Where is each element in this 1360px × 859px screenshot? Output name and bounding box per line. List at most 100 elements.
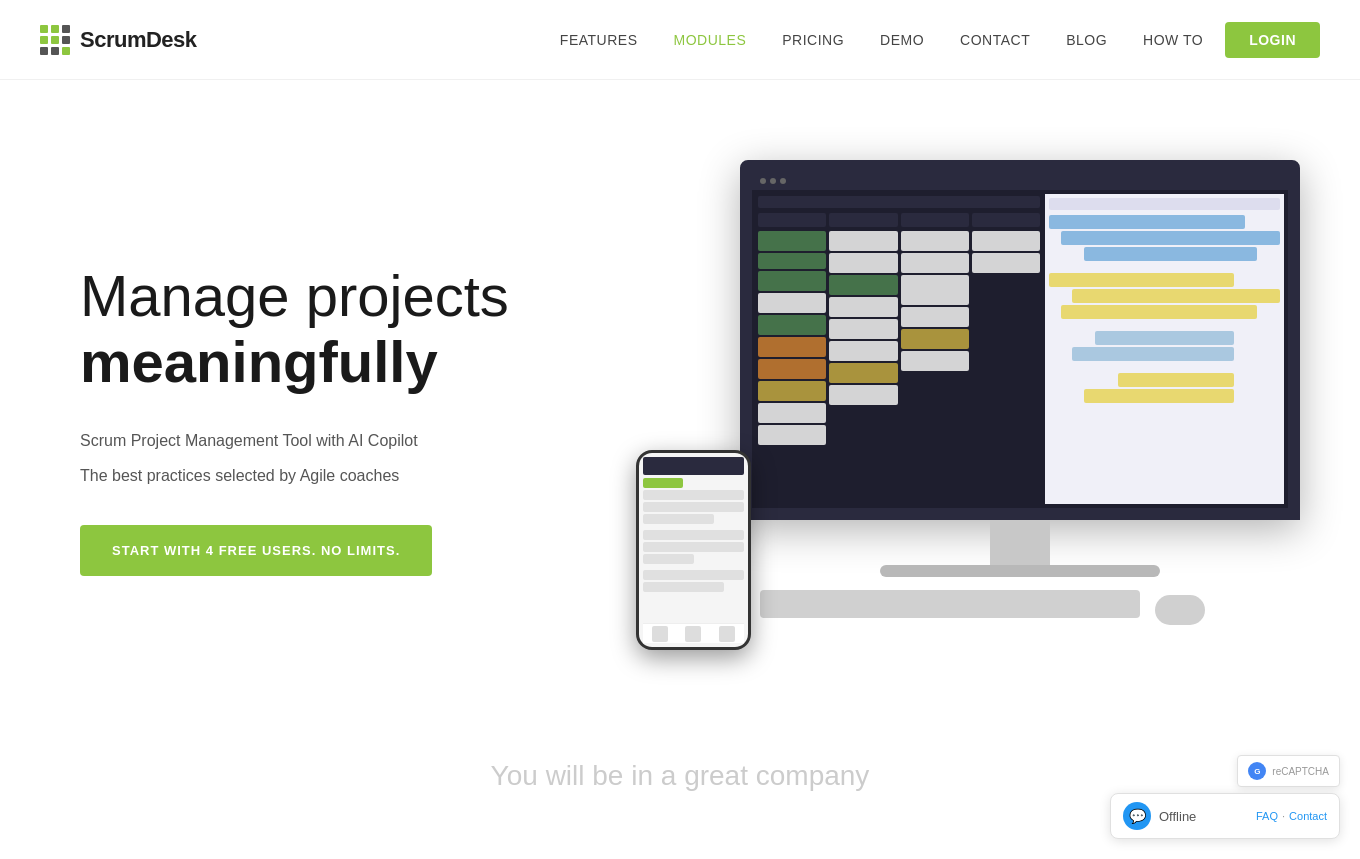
phone-bottom-nav <box>643 623 744 643</box>
card-14 <box>829 297 897 317</box>
chat-links: FAQ · Contact <box>1256 810 1327 822</box>
logo-text: ScrumDesk <box>80 27 197 53</box>
logo-dot-5 <box>51 36 59 44</box>
logo-dot-6 <box>62 36 70 44</box>
screen-content <box>752 172 1288 508</box>
nav-modules[interactable]: MODULES <box>660 24 761 56</box>
card-24 <box>901 351 969 371</box>
gantt-bar-4 <box>1049 273 1234 287</box>
card-19 <box>901 231 969 251</box>
card-17 <box>829 363 897 383</box>
nav-howto[interactable]: HOW TO <box>1129 24 1217 56</box>
phone-nav-icon-1 <box>652 626 668 642</box>
screen-columns <box>752 190 1288 508</box>
phone-row-7 <box>643 570 744 580</box>
chat-status: Offline <box>1159 809 1248 824</box>
recaptcha-icon: G <box>1248 762 1266 780</box>
col-header-3 <box>901 213 969 227</box>
monitor-neck <box>990 520 1050 570</box>
gantt-panel <box>1045 194 1284 504</box>
gantt-bar-7 <box>1095 331 1234 345</box>
card-12 <box>829 253 897 273</box>
nav-features[interactable]: FEATURES <box>546 24 652 56</box>
gantt-bar-5 <box>1072 289 1280 303</box>
logo-dot-1 <box>40 25 48 33</box>
cta-button[interactable]: START WITH 4 FREE USERS. NO LIMITS. <box>80 525 432 576</box>
nav-blog[interactable]: BLOG <box>1052 24 1121 56</box>
phone-row-4 <box>643 530 744 540</box>
chat-widget[interactable]: 💬 Offline FAQ · Contact <box>1110 793 1340 839</box>
recaptcha-badge: G reCAPTCHA <box>1237 755 1340 787</box>
screen-dot-3 <box>780 178 786 184</box>
navbar: ScrumDesk FEATURES MODULES PRICING DEMO … <box>0 0 1360 80</box>
card-9 <box>758 403 826 423</box>
hero-section: Manage projects meaningfully Scrum Proje… <box>0 80 1360 740</box>
phone-mockup <box>636 450 751 650</box>
card-2 <box>758 253 826 269</box>
gantt-spacer-3 <box>1049 363 1280 371</box>
card-5 <box>758 315 826 335</box>
hero-title-line1: Manage projects <box>80 264 656 328</box>
card-25 <box>972 231 1040 251</box>
phone-row-accent <box>643 478 683 488</box>
gantt-bar-3 <box>1084 247 1257 261</box>
gantt-header <box>1049 198 1280 210</box>
gantt-bar-8 <box>1072 347 1234 361</box>
monitor-stand <box>880 565 1160 577</box>
logo-dot-2 <box>51 25 59 33</box>
gantt-bar-2 <box>1061 231 1280 245</box>
gantt-bar-9 <box>1118 373 1233 387</box>
logo-dot-3 <box>62 25 70 33</box>
kanban-header-row <box>758 196 1040 208</box>
gantt-bar-6 <box>1061 305 1257 319</box>
gantt-bar-10 <box>1084 389 1234 403</box>
chat-contact-link[interactable]: Contact <box>1289 810 1327 822</box>
logo-link[interactable]: ScrumDesk <box>40 25 197 55</box>
logo-dot-4 <box>40 36 48 44</box>
kanban-col-2 <box>829 213 897 502</box>
login-button[interactable]: LOGIN <box>1225 22 1320 58</box>
nav-demo[interactable]: DEMO <box>866 24 938 56</box>
nav-pricing[interactable]: PRICING <box>768 24 858 56</box>
kanban-col-4 <box>972 213 1040 502</box>
card-11 <box>829 231 897 251</box>
card-18 <box>829 385 897 405</box>
hero-visual <box>656 160 1280 680</box>
hero-title-line2: meaningfully <box>80 328 656 395</box>
card-3 <box>758 271 826 291</box>
chat-faq-link[interactable]: FAQ <box>1256 810 1278 822</box>
card-4 <box>758 293 826 313</box>
phone-nav-icon-2 <box>685 626 701 642</box>
gantt-bar-1 <box>1049 215 1245 229</box>
phone-row-2 <box>643 502 744 512</box>
logo-grid-icon <box>40 25 70 55</box>
phone-screen-header <box>643 457 744 475</box>
phone-row-1 <box>643 490 744 500</box>
card-10 <box>758 425 826 445</box>
logo-dot-8 <box>51 47 59 55</box>
card-13 <box>829 275 897 295</box>
recaptcha-label: reCAPTCHA <box>1272 766 1329 777</box>
monitor-screen <box>740 160 1300 520</box>
chat-icon: 💬 <box>1123 802 1151 830</box>
card-6 <box>758 337 826 357</box>
kanban-col-1 <box>758 213 826 502</box>
hero-subtitle1: Scrum Project Management Tool with AI Co… <box>80 427 656 454</box>
card-21 <box>901 275 969 305</box>
screen-dot-2 <box>770 178 776 184</box>
logo-dot-9 <box>62 47 70 55</box>
card-22 <box>901 307 969 327</box>
card-7 <box>758 359 826 379</box>
nav-contact[interactable]: CONTACT <box>946 24 1044 56</box>
kanban-columns <box>758 213 1040 502</box>
card-1 <box>758 231 826 251</box>
phone-screen <box>639 453 748 647</box>
card-16 <box>829 341 897 361</box>
nav-links: FEATURES MODULES PRICING DEMO CONTACT BL… <box>546 31 1320 49</box>
hero-content: Manage projects meaningfully Scrum Proje… <box>80 264 656 576</box>
col-header-4 <box>972 213 1040 227</box>
col-header-1 <box>758 213 826 227</box>
mouse-mockup <box>1155 595 1205 625</box>
chat-separator: · <box>1282 810 1285 822</box>
phone-row-6 <box>643 554 694 564</box>
